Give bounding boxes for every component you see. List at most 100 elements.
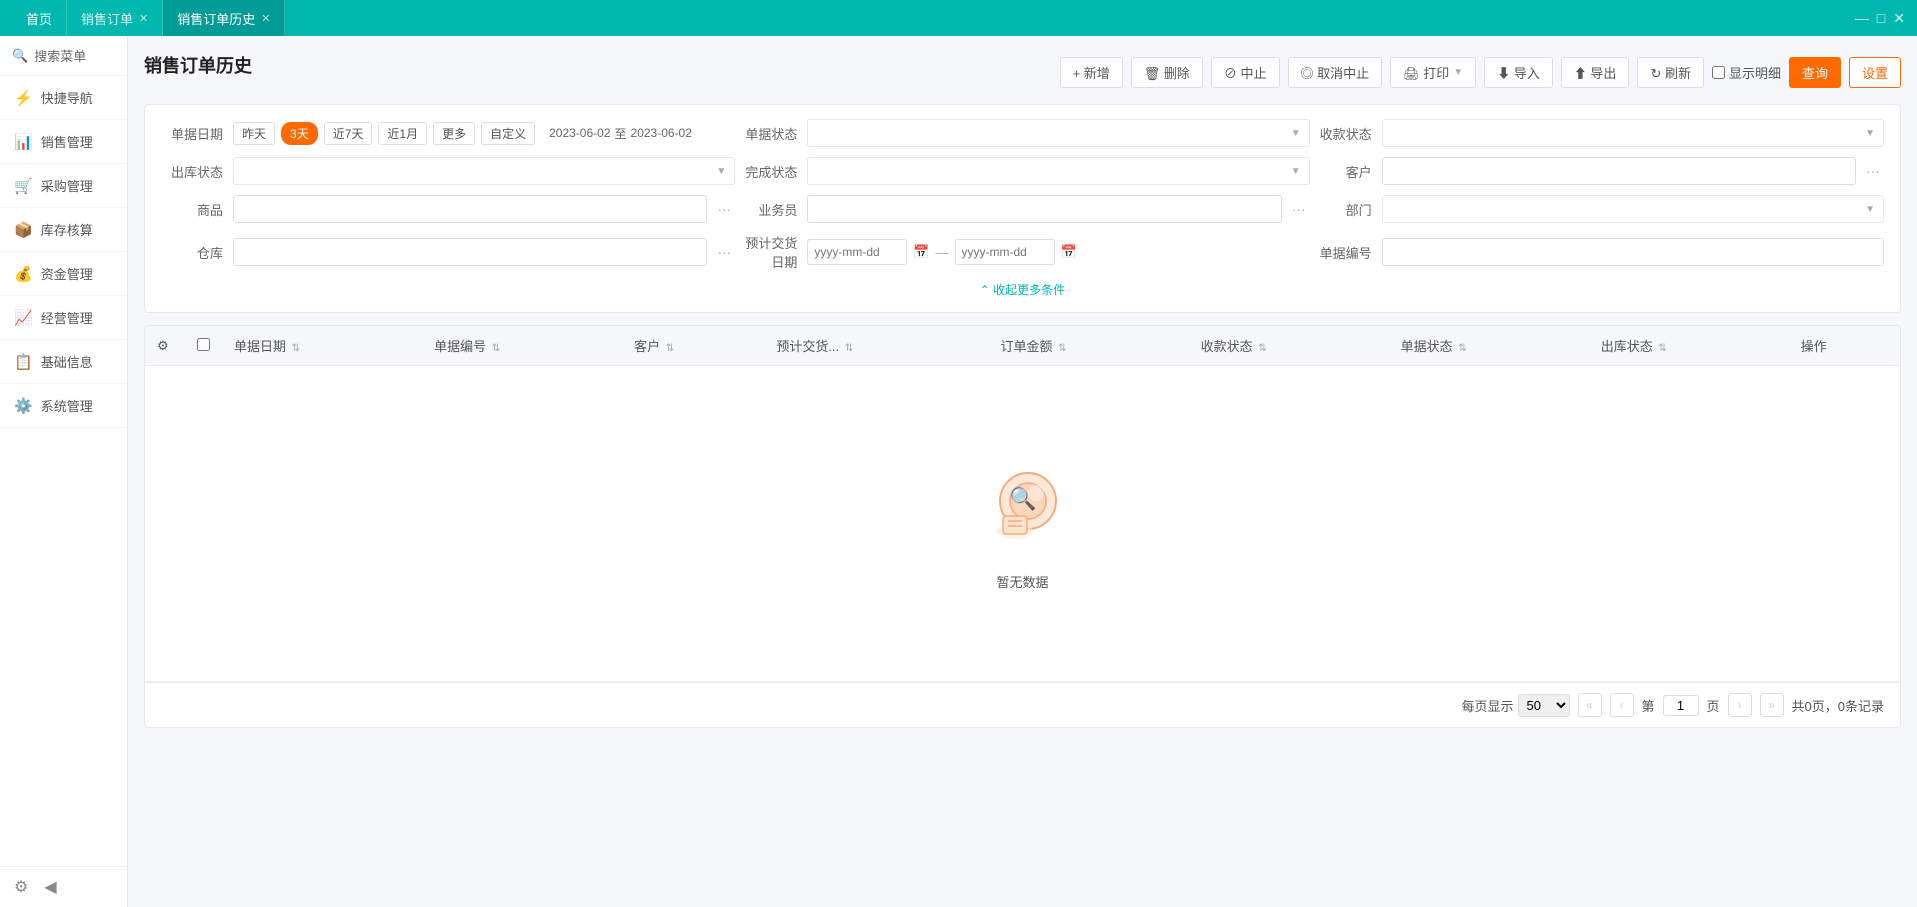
order-no-input[interactable] bbox=[1382, 238, 1884, 266]
customer-input[interactable] bbox=[1382, 157, 1856, 185]
complete-status-dropdown[interactable]: ▼ bbox=[807, 157, 1309, 185]
salesperson-input[interactable] bbox=[807, 195, 1281, 223]
customer-more-icon[interactable]: ··· bbox=[1862, 163, 1884, 179]
maximize-icon[interactable]: □ bbox=[1877, 10, 1885, 26]
filter-row-1: 单据日期 昨天 3天 近7天 近1月 更多 自定义 2023-06-02 至 2 bbox=[161, 119, 1884, 147]
order-no-value bbox=[1382, 238, 1884, 266]
close-tab-sales-order-history[interactable]: ✕ bbox=[261, 12, 270, 25]
date-1month-btn[interactable]: 近1月 bbox=[378, 122, 427, 145]
new-button[interactable]: + 新增 bbox=[1060, 57, 1123, 88]
warehouse-more-icon[interactable]: ··· bbox=[713, 244, 735, 260]
export-button[interactable]: ⬆ 导出 bbox=[1561, 57, 1630, 88]
sidebar-item-label: 经营管理 bbox=[41, 308, 93, 327]
sort-delivery-icon[interactable]: ⇅ bbox=[845, 343, 853, 354]
empty-state-row: 🔍 暂无数据 bbox=[145, 366, 1900, 682]
next-page-btn[interactable]: › bbox=[1728, 693, 1752, 717]
collapse-filters-btn[interactable]: ⌃ 收起更多条件 bbox=[161, 281, 1884, 298]
sidebar-item-inventory[interactable]: 📦 库存核算 bbox=[0, 208, 127, 252]
sidebar-item-operations[interactable]: 📈 经营管理 bbox=[0, 296, 127, 340]
prev-page-btn[interactable]: ‹ bbox=[1610, 693, 1634, 717]
date-7days-btn[interactable]: 近7天 bbox=[324, 122, 373, 145]
delivery-start-input[interactable] bbox=[807, 239, 907, 265]
date-3days-btn[interactable]: 3天 bbox=[281, 122, 318, 145]
sidebar-item-basic-info[interactable]: 📋 基础信息 bbox=[0, 340, 127, 384]
th-ship-status: 出库状态 ⇅ bbox=[1589, 326, 1789, 366]
toolbar: + 新增 🗑 删除 ⊘ 中止 ◎ 取消中止 🖨 打印 ▼ bbox=[1060, 57, 1901, 88]
sort-date-icon[interactable]: ⇅ bbox=[292, 343, 300, 354]
date-yesterday-btn[interactable]: 昨天 bbox=[233, 122, 275, 145]
payment-status-value: ▼ bbox=[1382, 119, 1884, 147]
sidebar-item-quick-nav[interactable]: ⚡ 快捷导航 bbox=[0, 76, 127, 120]
sort-payment-status-icon[interactable]: ⇅ bbox=[1258, 343, 1266, 354]
sidebar-bottom: ⚙ ◀ bbox=[0, 866, 127, 907]
sort-ship-status-icon[interactable]: ⇅ bbox=[1658, 343, 1666, 354]
sidebar-item-finance[interactable]: 💰 资金管理 bbox=[0, 252, 127, 296]
tab-sales-order-history[interactable]: 销售订单历史 ✕ bbox=[163, 0, 285, 36]
tab-sales-order[interactable]: 销售订单 ✕ bbox=[67, 0, 163, 36]
page-number-input[interactable] bbox=[1663, 695, 1699, 716]
settings-button[interactable]: 设置 bbox=[1849, 57, 1901, 88]
first-page-btn[interactable]: « bbox=[1578, 693, 1602, 717]
th-delivery-label: 预计交货... bbox=[776, 339, 839, 354]
search-icon: 🔍 bbox=[12, 48, 28, 64]
last-page-btn[interactable]: » bbox=[1760, 693, 1784, 717]
date-more-btn[interactable]: 更多 bbox=[433, 122, 475, 145]
customer-label: 客户 bbox=[1310, 162, 1382, 181]
th-settings[interactable]: ⚙ bbox=[145, 326, 185, 366]
th-checkbox[interactable] bbox=[185, 326, 222, 366]
print-button[interactable]: 🖨 打印 ▼ bbox=[1390, 57, 1476, 88]
sidebar-item-sales-mgmt[interactable]: 📊 销售管理 bbox=[0, 120, 127, 164]
delete-button[interactable]: 🗑 删除 bbox=[1131, 57, 1203, 88]
new-button-label: + 新增 bbox=[1073, 63, 1110, 82]
warehouse-input[interactable] bbox=[233, 238, 707, 266]
select-all-checkbox[interactable] bbox=[197, 338, 210, 351]
order-status-dropdown[interactable]: ▼ bbox=[807, 119, 1309, 147]
suspend-button[interactable]: ⊘ 中止 bbox=[1211, 57, 1280, 88]
minimize-icon[interactable]: — bbox=[1855, 10, 1869, 26]
salesperson-more-icon[interactable]: ··· bbox=[1288, 201, 1310, 217]
per-page-label: 每页显示 bbox=[1461, 696, 1513, 715]
display-columns-toggle[interactable]: 显示明细 bbox=[1712, 63, 1781, 82]
sort-amount-icon[interactable]: ⇅ bbox=[1058, 343, 1066, 354]
sort-order-no-icon[interactable]: ⇅ bbox=[492, 343, 500, 354]
delivery-start-calendar-icon[interactable]: 📅 bbox=[913, 244, 929, 260]
import-button-label: ⬇ 导入 bbox=[1497, 63, 1540, 82]
tab-home[interactable]: 首页 bbox=[12, 0, 67, 36]
sidebar-search[interactable]: 🔍 搜索菜单 bbox=[0, 36, 127, 76]
display-columns-checkbox[interactable] bbox=[1712, 66, 1725, 79]
sort-order-status-icon[interactable]: ⇅ bbox=[1458, 343, 1466, 354]
ship-status-dropdown[interactable]: ▼ bbox=[233, 157, 735, 185]
window-close-icon[interactable]: ✕ bbox=[1893, 10, 1905, 27]
close-tab-sales-order[interactable]: ✕ bbox=[139, 12, 148, 25]
warehouse-value: ··· bbox=[233, 238, 735, 266]
date-filter-value: 昨天 3天 近7天 近1月 更多 自定义 2023-06-02 至 2023-0… bbox=[233, 122, 735, 145]
sidebar-collapse-icon[interactable]: ◀ bbox=[44, 877, 56, 897]
refresh-button[interactable]: ↻ 刷新 bbox=[1637, 57, 1704, 88]
cancel-suspend-button[interactable]: ◎ 取消中止 bbox=[1288, 57, 1383, 88]
sidebar-item-sys-mgmt[interactable]: ⚙️ 系统管理 bbox=[0, 384, 127, 428]
th-ship-status-label: 出库状态 bbox=[1601, 339, 1653, 354]
per-page-select[interactable]: 10 20 50 100 bbox=[1518, 694, 1570, 717]
delivery-date-label: 预计交货日期 bbox=[735, 233, 807, 271]
payment-status-dropdown[interactable]: ▼ bbox=[1382, 119, 1884, 147]
goods-more-icon[interactable]: ··· bbox=[713, 201, 735, 217]
sidebar-settings-icon[interactable]: ⚙ bbox=[14, 877, 28, 897]
department-dropdown[interactable]: ▼ bbox=[1382, 195, 1884, 223]
goods-input[interactable] bbox=[233, 195, 707, 223]
data-table-wrap: ⚙ 单据日期 ⇅ 单据编号 ⇅ bbox=[144, 325, 1901, 728]
suspend-button-label: ⊘ 中止 bbox=[1224, 63, 1267, 82]
page-jump-label: 第 bbox=[1642, 696, 1655, 715]
date-custom-btn[interactable]: 自定义 bbox=[481, 122, 535, 145]
department-label: 部门 bbox=[1310, 200, 1382, 219]
empty-state: 🔍 暂无数据 bbox=[157, 376, 1888, 671]
delivery-end-calendar-icon[interactable]: 📅 bbox=[1061, 244, 1077, 260]
sort-customer-icon[interactable]: ⇅ bbox=[666, 343, 674, 354]
query-button[interactable]: 查询 bbox=[1789, 57, 1841, 88]
import-button[interactable]: ⬇ 导入 bbox=[1484, 57, 1553, 88]
filter-cell-ship-status: 出库状态 ▼ bbox=[161, 157, 735, 185]
delivery-end-input[interactable] bbox=[955, 239, 1055, 265]
sidebar-item-purchase-mgmt[interactable]: 🛒 采购管理 bbox=[0, 164, 127, 208]
export-button-label: ⬆ 导出 bbox=[1574, 63, 1617, 82]
th-amount-label: 订单金额 bbox=[1001, 339, 1053, 354]
filter-panel: 单据日期 昨天 3天 近7天 近1月 更多 自定义 2023-06-02 至 2 bbox=[144, 104, 1901, 313]
